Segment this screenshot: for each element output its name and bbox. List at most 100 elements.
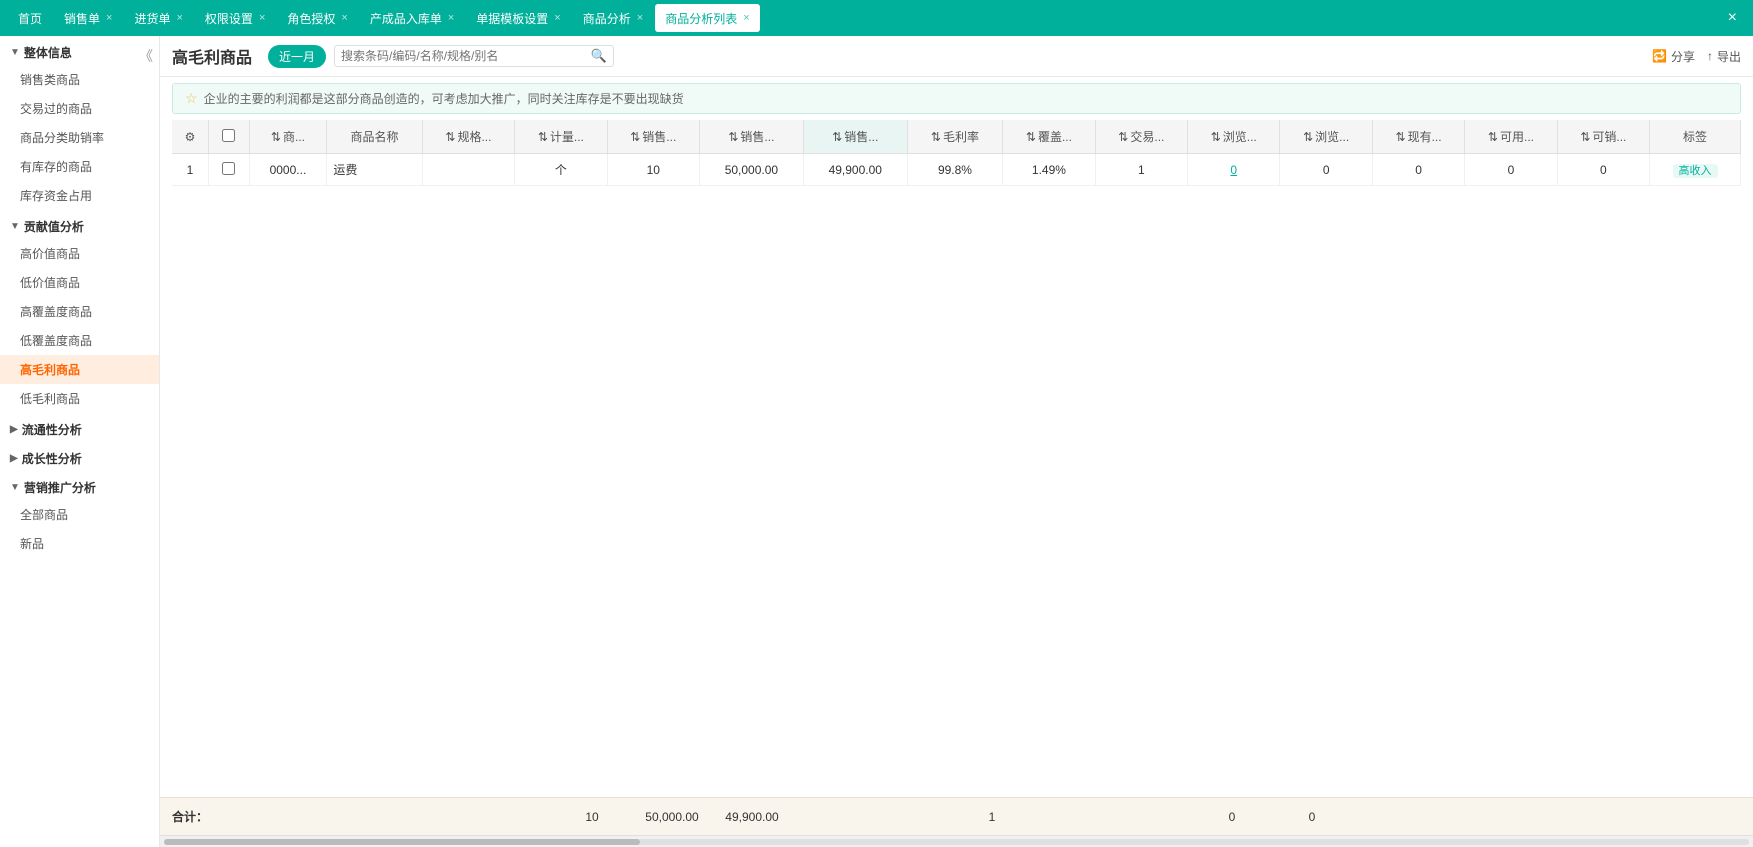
col-available[interactable]: ⇅ 可用... bbox=[1465, 120, 1557, 154]
col-code[interactable]: ⇅ 商... bbox=[249, 120, 327, 154]
nav-role-auth[interactable]: 角色授权 × bbox=[277, 4, 357, 32]
main-layout: 《 ▼ 整体信息 销售类商品 交易过的商品 商品分类助销率 有库存的商品 库存资… bbox=[0, 36, 1753, 847]
col-unit-sort-icon: ⇅ bbox=[538, 130, 548, 144]
export-icon: ↑ bbox=[1707, 49, 1713, 63]
nav-product-analysis[interactable]: 商品分析 × bbox=[573, 4, 653, 32]
col-transaction[interactable]: ⇅ 交易... bbox=[1095, 120, 1187, 154]
nav-close-icon[interactable]: × bbox=[637, 12, 643, 24]
content-area: 高毛利商品 近一月 🔍 🔁 分享 ↑ 导出 ☆ 企业的主要的利润都是这部分商品创… bbox=[160, 36, 1753, 847]
nav-close-icon[interactable]: × bbox=[176, 12, 182, 24]
sidebar-item-stock-capital[interactable]: 库存资金占用 bbox=[0, 181, 159, 210]
sidebar-item-traded-goods[interactable]: 交易过的商品 bbox=[0, 94, 159, 123]
nav-product-in[interactable]: 产成品入库单 × bbox=[360, 4, 464, 32]
settings-icon[interactable]: ⚙ bbox=[185, 130, 196, 144]
sidebar-group-growth[interactable]: ▶ 成长性分析 bbox=[0, 442, 159, 471]
col-browse2-sort-icon: ⇅ bbox=[1303, 130, 1313, 144]
sidebar-item-category-rate[interactable]: 商品分类助销率 bbox=[0, 123, 159, 152]
cell-sales1: 10 bbox=[607, 154, 699, 186]
sidebar-item-low-value[interactable]: 低价值商品 bbox=[0, 268, 159, 297]
row-checkbox[interactable] bbox=[222, 162, 235, 175]
sidebar-item-stock-goods[interactable]: 有库存的商品 bbox=[0, 152, 159, 181]
cell-browse1[interactable]: 0 bbox=[1188, 154, 1280, 186]
sidebar-collapse-button[interactable]: 《 bbox=[139, 46, 153, 66]
col-name[interactable]: 商品名称 bbox=[327, 120, 422, 154]
cell-tag: 高收入 bbox=[1650, 154, 1741, 186]
col-browse2[interactable]: ⇅ 浏览... bbox=[1280, 120, 1372, 154]
nav-close-icon[interactable]: × bbox=[743, 12, 749, 24]
chevron-down-icon: ▼ bbox=[10, 221, 20, 232]
close-all-button[interactable]: × bbox=[1720, 9, 1745, 27]
table-row[interactable]: 1 0000... 运费 个 10 50,000.00 49,900.00 99… bbox=[172, 154, 1741, 186]
sidebar-item-high-value[interactable]: 高价值商品 bbox=[0, 239, 159, 268]
search-input[interactable] bbox=[341, 49, 587, 63]
col-gross-sort-icon: ⇅ bbox=[931, 130, 941, 144]
col-coverage[interactable]: ⇅ 覆盖... bbox=[1003, 120, 1095, 154]
export-button[interactable]: ↑ 导出 bbox=[1707, 48, 1741, 65]
nav-template[interactable]: 单据模板设置 × bbox=[466, 4, 570, 32]
scrollbar-area[interactable] bbox=[160, 835, 1753, 847]
nav-close-icon[interactable]: × bbox=[106, 12, 112, 24]
col-sales2[interactable]: ⇅ 销售... bbox=[699, 120, 803, 154]
col-sales1-sort-icon: ⇅ bbox=[630, 130, 640, 144]
cell-spec bbox=[422, 154, 514, 186]
content-header: 高毛利商品 近一月 🔍 🔁 分享 ↑ 导出 bbox=[160, 36, 1753, 77]
col-stock-sort-icon: ⇅ bbox=[1396, 130, 1406, 144]
cell-gross-rate: 99.8% bbox=[907, 154, 1003, 186]
sidebar-group-marketing[interactable]: ▼ 营销推广分析 bbox=[0, 471, 159, 500]
tag-badge: 高收入 bbox=[1673, 164, 1718, 178]
header-actions: 🔁 分享 ↑ 导出 bbox=[1652, 48, 1741, 65]
col-browse1-sort-icon: ⇅ bbox=[1211, 130, 1221, 144]
nav-purchase-order[interactable]: 进货单 × bbox=[124, 4, 192, 32]
nav-close-icon[interactable]: × bbox=[341, 12, 347, 24]
footer-available: 0 bbox=[1272, 810, 1352, 824]
sidebar-group-overall[interactable]: ▼ 整体信息 bbox=[0, 36, 159, 65]
col-tag[interactable]: 标签 bbox=[1650, 120, 1741, 154]
nav-close-icon[interactable]: × bbox=[448, 12, 454, 24]
cell-code: 0000... bbox=[249, 154, 327, 186]
nav-product-analysis-list[interactable]: 商品分析列表 × bbox=[655, 4, 759, 32]
cell-sales2: 50,000.00 bbox=[699, 154, 803, 186]
col-unit[interactable]: ⇅ 计量... bbox=[515, 120, 607, 154]
col-sales3[interactable]: ⇅ 销售... bbox=[803, 120, 907, 154]
cell-index: 1 bbox=[172, 154, 208, 186]
sidebar-item-low-margin[interactable]: 低毛利商品 bbox=[0, 384, 159, 413]
scrollbar-track[interactable] bbox=[164, 839, 1749, 845]
sidebar-item-new-goods[interactable]: 新品 bbox=[0, 529, 159, 558]
nav-close-icon[interactable]: × bbox=[554, 12, 560, 24]
chevron-down-icon: ▼ bbox=[10, 482, 20, 493]
nav-sales-order[interactable]: 销售单 × bbox=[54, 4, 122, 32]
share-button[interactable]: 🔁 分享 bbox=[1652, 48, 1695, 65]
search-icon[interactable]: 🔍 bbox=[591, 48, 607, 64]
col-sales1[interactable]: ⇅ 销售... bbox=[607, 120, 699, 154]
sidebar-group-liquidity[interactable]: ▶ 流通性分析 bbox=[0, 413, 159, 442]
sidebar-item-low-coverage[interactable]: 低覆盖度商品 bbox=[0, 326, 159, 355]
table-container[interactable]: ⚙ ⇅ 商... bbox=[160, 120, 1753, 797]
col-browse1[interactable]: ⇅ 浏览... bbox=[1188, 120, 1280, 154]
col-coverage-sort-icon: ⇅ bbox=[1026, 130, 1036, 144]
sidebar-item-high-coverage[interactable]: 高覆盖度商品 bbox=[0, 297, 159, 326]
nav-home[interactable]: 首页 bbox=[8, 4, 52, 32]
chevron-down-icon: ▼ bbox=[10, 47, 20, 58]
cell-name: 运费 bbox=[327, 154, 422, 186]
scrollbar-thumb[interactable] bbox=[164, 839, 640, 845]
col-current-stock[interactable]: ⇅ 现有... bbox=[1372, 120, 1464, 154]
footer-col7 bbox=[392, 810, 552, 824]
col-saleable-sort-icon: ⇅ bbox=[1580, 130, 1590, 144]
sidebar-item-high-margin[interactable]: 高毛利商品 bbox=[0, 355, 159, 384]
cell-saleable: 0 bbox=[1557, 154, 1649, 186]
col-saleable[interactable]: ⇅ 可销... bbox=[1557, 120, 1649, 154]
col-sales2-sort-icon: ⇅ bbox=[728, 130, 738, 144]
col-gross-rate[interactable]: ⇅ 毛利率 bbox=[907, 120, 1003, 154]
nav-permission[interactable]: 权限设置 × bbox=[195, 4, 275, 32]
filter-month-button[interactable]: 近一月 bbox=[268, 45, 326, 68]
footer-sales3: 49,900.00 bbox=[712, 810, 792, 824]
sidebar-item-sales-goods[interactable]: 销售类商品 bbox=[0, 65, 159, 94]
sidebar-item-all-goods[interactable]: 全部商品 bbox=[0, 500, 159, 529]
col-spec[interactable]: ⇅ 规格... bbox=[422, 120, 514, 154]
nav-close-icon[interactable]: × bbox=[259, 12, 265, 24]
select-all-checkbox[interactable] bbox=[222, 129, 235, 142]
cell-checkbox bbox=[208, 154, 249, 186]
sidebar-group-contribution[interactable]: ▼ 贡献值分析 bbox=[0, 210, 159, 239]
info-bar: ☆ 企业的主要的利润都是这部分商品创造的，可考虑加大推广，同时关注库存是不要出现… bbox=[172, 83, 1741, 114]
chevron-right-icon: ▶ bbox=[10, 453, 18, 464]
